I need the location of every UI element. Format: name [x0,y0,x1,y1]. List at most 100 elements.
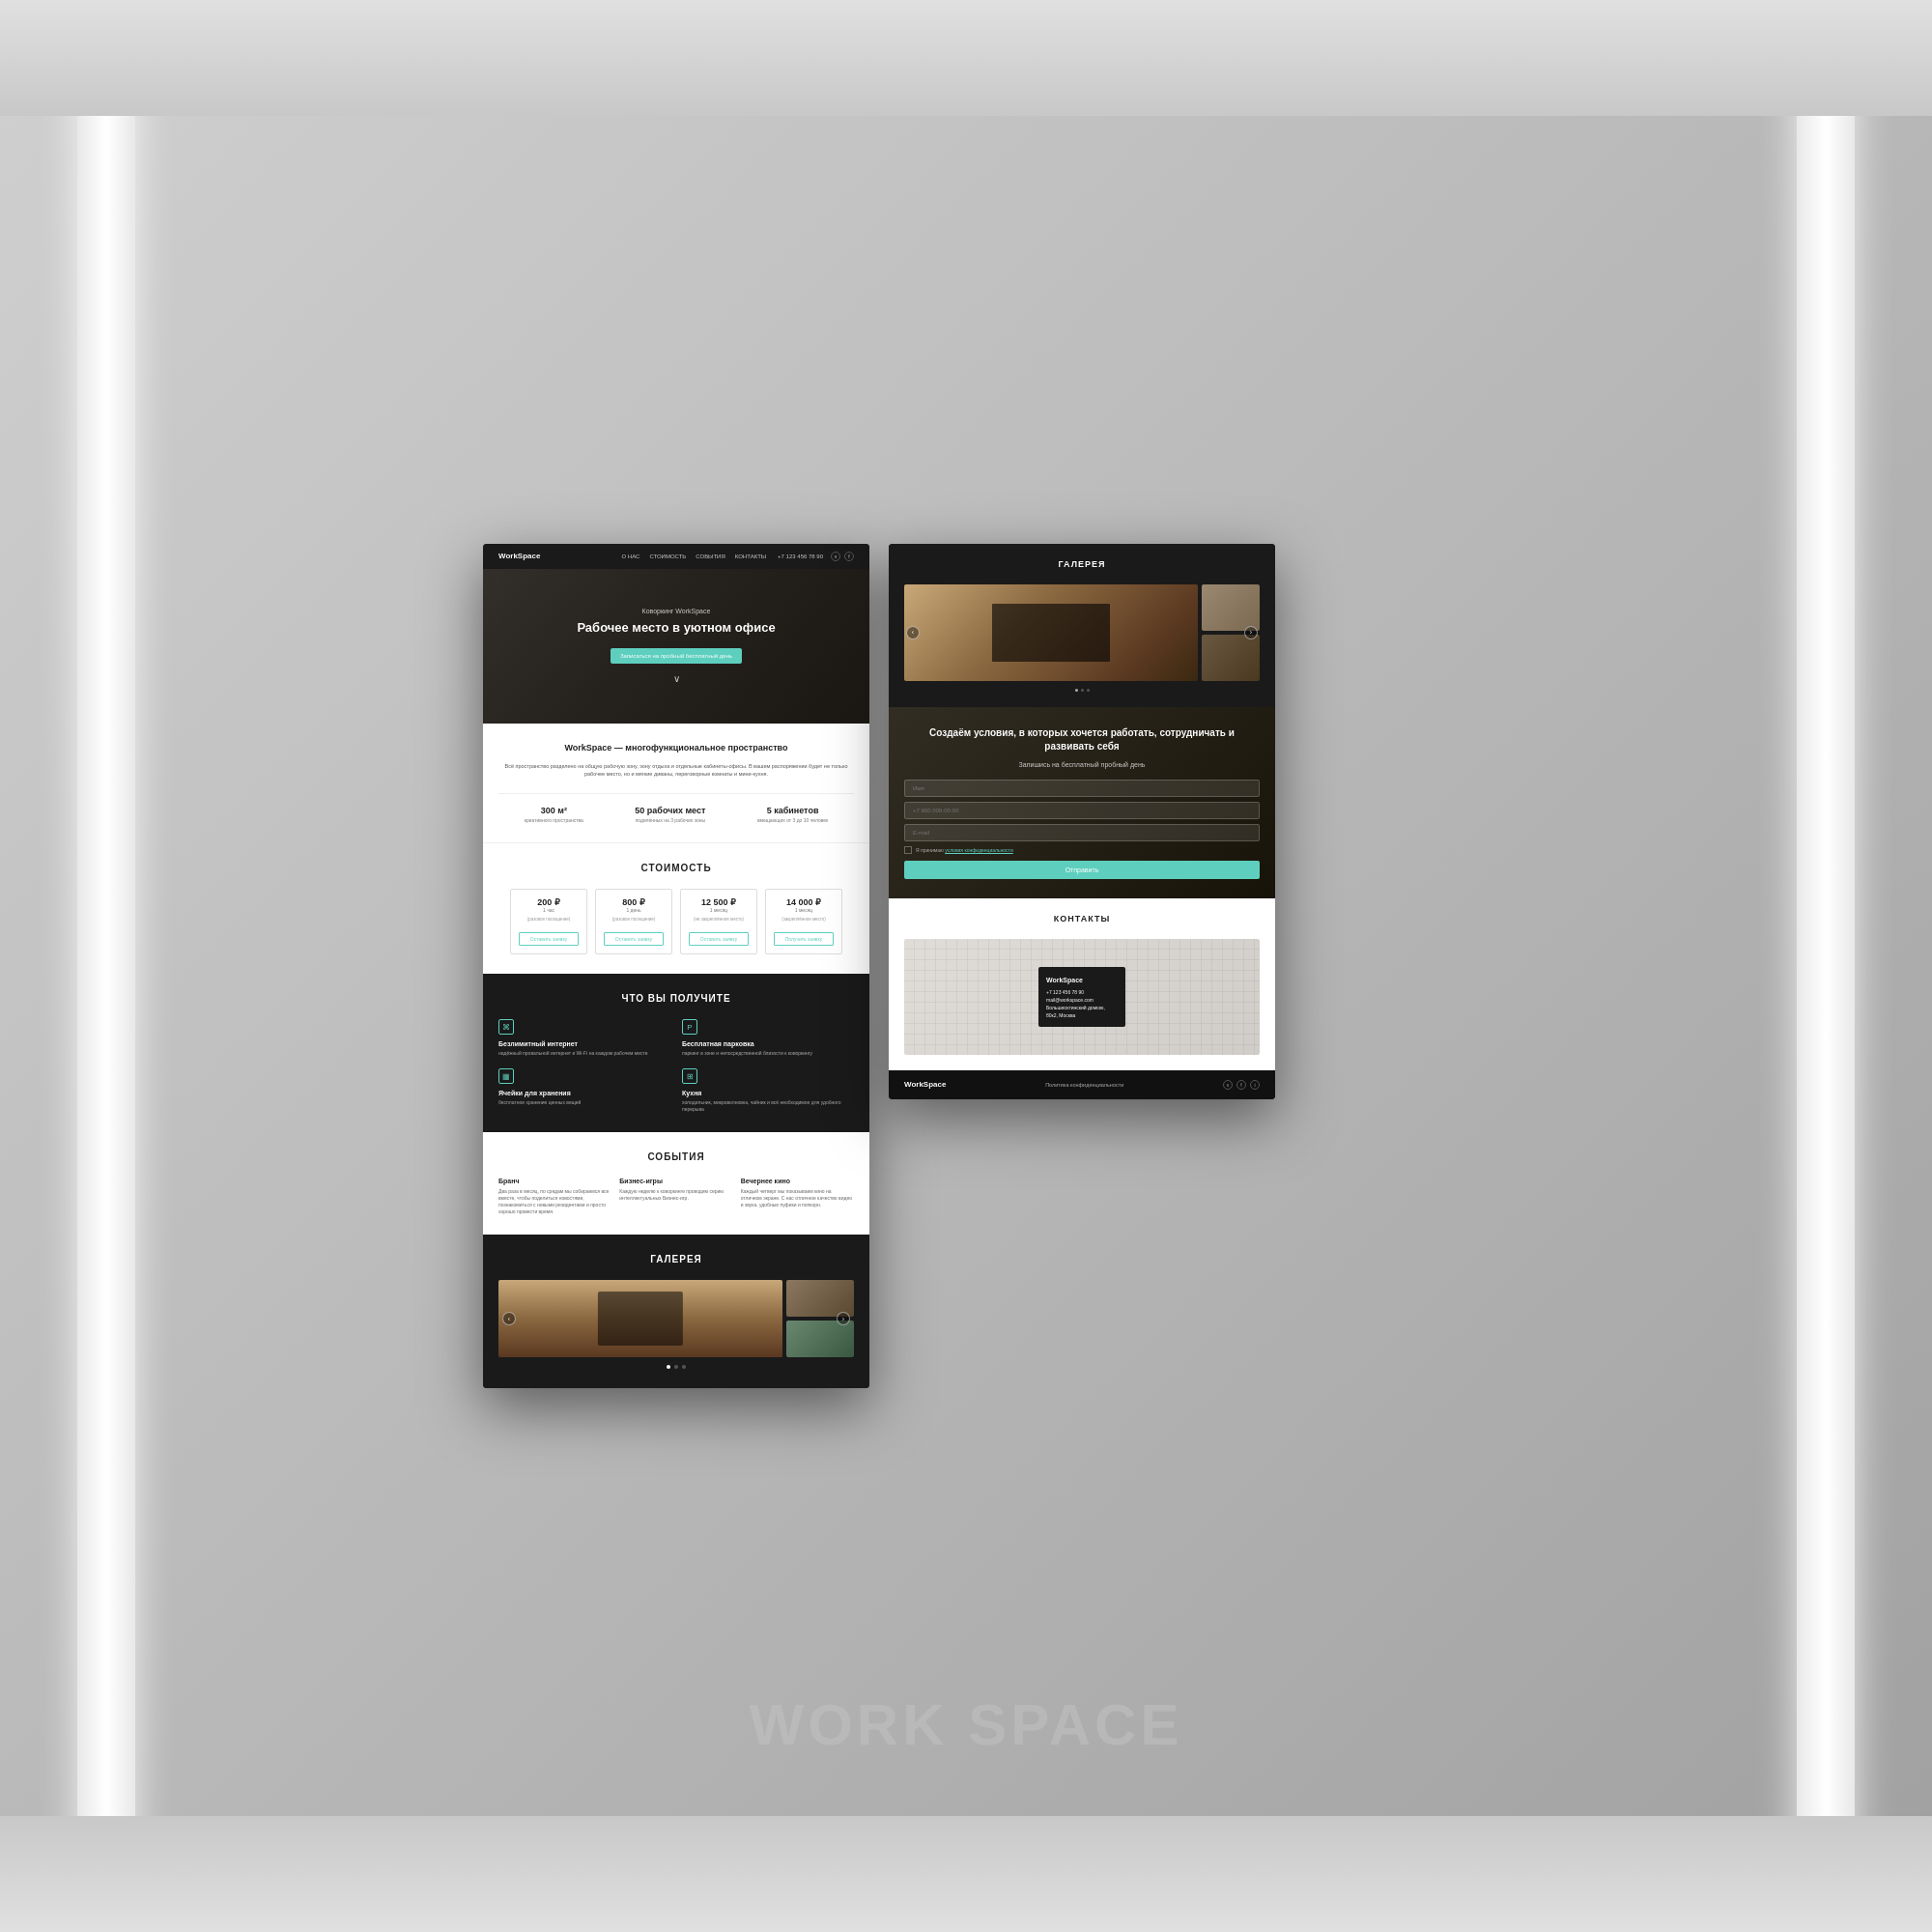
hero-scroll-arrow: ∨ [673,673,680,684]
price-mfixed-period: 1 месяц [774,907,834,913]
price-mfixed-btn[interactable]: Получить заявку [774,932,834,946]
event-games: Бизнес-игры Каждую неделю к коворкинге п… [619,1178,732,1215]
r-gallery-navigation: ‹ › [904,626,1260,639]
benefit-parking-desc: паркинг в зоне и непосредственной близос… [682,1050,854,1057]
benefit-parking-title: Бесплатная парковка [682,1040,854,1047]
cta-title: Создаём условия, в которых хочется работ… [904,726,1260,753]
form-email-input[interactable] [904,824,1260,841]
contacts-map[interactable]: WorkSpace +7 123 456 78 90 mail@workspac… [904,939,1260,1055]
r-gallery-thumb-1 [1202,584,1260,631]
r-gallery-dot-2[interactable] [1081,689,1084,692]
gallery-dot-2[interactable] [674,1365,678,1369]
benefit-storage: ▦ Ячейки для хранения бесплатное хранени… [498,1068,670,1113]
events-grid: Бранч Два раза в месяц, по средам мы соб… [498,1178,854,1215]
map-card-email: mail@workspace.com [1046,997,1094,1003]
benefits-title: ЧТО ВЫ ПОЛУЧИТЕ [498,993,854,1004]
price-hour-btn[interactable]: Оставить заявку [519,932,579,946]
gallery-dots [498,1365,854,1369]
frame-bottom [0,1816,1932,1932]
form-privacy-link[interactable]: условия конфиденциальности [945,847,1012,853]
price-mfixed-desc: (закреплённое место) [774,917,834,922]
pricing-section: СТОИМОСТЬ 200 ₽ 1 час (разовое посещение… [483,842,869,974]
hero-background [483,569,869,724]
gallery-next-button[interactable]: › [837,1312,850,1325]
form-phone-input[interactable] [904,802,1260,819]
footer-privacy-link[interactable]: Политика конфиденциальности [1045,1082,1123,1088]
stat-desks-label: поделённых на 3 рабочих зоны [635,817,705,823]
footer-fb-icon[interactable]: f [1236,1080,1246,1090]
gallery-title-left: ГАЛЕРЕЯ [498,1254,854,1264]
map-card-address: Большеохтинский домсек, [1046,1005,1105,1010]
price-day-btn[interactable]: Оставить заявку [604,932,664,946]
price-card-day: 800 ₽ 1 день (разовое посещение) Оставит… [595,889,672,954]
nav-vk-icon[interactable]: v [831,552,840,561]
gallery-title-right: ГАЛЕРЕЯ [904,559,1260,569]
price-day-desc: (разовое посещение) [604,917,664,922]
form-name-input[interactable] [904,780,1260,797]
gallery-prev-button[interactable]: ‹ [502,1312,516,1325]
nav-link-about[interactable]: О НАС [622,554,640,559]
benefit-wifi: ⌘ Безлимитный интернет надёжный провальн… [498,1019,670,1057]
r-gallery-dot-1[interactable] [1075,689,1078,692]
events-section: СОБЫТИЯ Бранч Два раза в месяц, по среда… [483,1132,869,1235]
r-gallery-dots [904,689,1260,692]
price-mflex-amount: 12 500 ₽ [689,897,749,907]
price-card-month-fixed: 14 000 ₽ 1 месяц (закреплённое место) По… [765,889,842,954]
benefit-kitchen-title: Кухня [682,1090,854,1096]
benefit-parking: P Бесплатная парковка паркинг в зоне и н… [682,1019,854,1057]
footer-ig-icon[interactable]: i [1250,1080,1260,1090]
price-hour-period: 1 час [519,907,579,913]
footer-logo: WorkSpace [904,1080,946,1089]
footer: WorkSpace Политика конфиденциальности v … [889,1070,1275,1099]
form-checkbox-row: Я принимаю условия конфиденциальности [904,846,1260,854]
stat-offices-label: вмещающих от 3 до 10 человек [757,817,828,823]
benefit-kitchen: ⊞ Кухня холодильник, микроволновка, чайн… [682,1068,854,1113]
stat-offices: 5 кабинетов вмещающих от 3 до 10 человек [757,806,828,823]
price-mflex-btn[interactable]: Оставить заявку [689,932,749,946]
map-card-city: 80к2, Москва [1046,1012,1075,1018]
form-submit-button[interactable]: Отправить [904,861,1260,879]
pricing-grid: 200 ₽ 1 час (разовое посещение) Оставить… [498,889,854,954]
footer-vk-icon[interactable]: v [1223,1080,1233,1090]
r-gallery-next-button[interactable]: › [1244,626,1258,639]
hero-section: Коворкинг WorkSpace Рабочее место в уютн… [483,569,869,724]
main-container: WorkSpace О НАС СТОИМОСТЬ СОБЫТИЯ КОНТАК… [483,544,1449,1389]
gallery-navigation: ‹ › [498,1312,854,1325]
form-checkbox-text: Я принимаю [916,847,944,853]
gallery-dot-1[interactable] [667,1365,670,1369]
event-cinema: Вечернее кино Каждый четверг мы показыва… [741,1178,854,1215]
event-cinema-desc: Каждый четверг мы показываем кино на отл… [741,1188,854,1208]
benefit-wifi-title: Безлимитный интернет [498,1040,670,1047]
event-brunch-desc: Два раза в месяц, по средам мы собираемс… [498,1188,611,1215]
nav-fb-icon[interactable]: f [844,552,854,561]
stat-area-label: креативного пространства [525,817,583,823]
r-gallery-prev-button[interactable]: ‹ [906,626,920,639]
price-card-hour: 200 ₽ 1 час (разовое посещение) Оставить… [510,889,587,954]
website-right-panel: ГАЛЕРЕЯ ‹ › Создаём условия, [889,544,1275,1099]
nav-link-events[interactable]: СОБЫТИЯ [696,554,724,559]
nav-link-pricing[interactable]: СТОИМОСТЬ [649,554,686,559]
storage-icon: ▦ [498,1068,514,1084]
nav-link-contacts[interactable]: КОНТАКТЫ [735,554,766,559]
nav-links: О НАС СТОИМОСТЬ СОБЫТИЯ КОНТАКТЫ [622,554,767,559]
price-mflex-period: 1 месяц [689,907,749,913]
hero-subtitle: Коворкинг WorkSpace [642,608,711,614]
nav-logo: WorkSpace [498,552,540,560]
frame-top [0,0,1932,116]
wifi-icon: ⌘ [498,1019,514,1035]
nav-phone: +7 123 456 78 90 [778,554,823,559]
about-section: WorkSpace — многофункциональное простран… [483,724,869,843]
gallery-dot-3[interactable] [682,1365,686,1369]
hero-title: Рабочее место в уютном офисе [577,620,775,637]
hero-cta-button[interactable]: Записаться на пробный бесплатный день [611,648,742,664]
form-privacy-checkbox[interactable] [904,846,912,854]
parking-icon: P [682,1019,697,1035]
stat-desks: 50 рабочих мест поделённых на 3 рабочих … [635,806,705,823]
contacts-title: КОНТАКТЫ [904,914,1260,923]
r-gallery-thumb-2 [1202,635,1260,681]
r-gallery-dot-3[interactable] [1087,689,1090,692]
gallery-section-left: ГАЛЕРЕЯ ‹ › [483,1235,869,1388]
navigation: WorkSpace О НАС СТОИМОСТЬ СОБЫТИЯ КОНТАК… [483,544,869,569]
gallery-thumb-2 [786,1321,854,1357]
price-day-period: 1 день [604,907,664,913]
